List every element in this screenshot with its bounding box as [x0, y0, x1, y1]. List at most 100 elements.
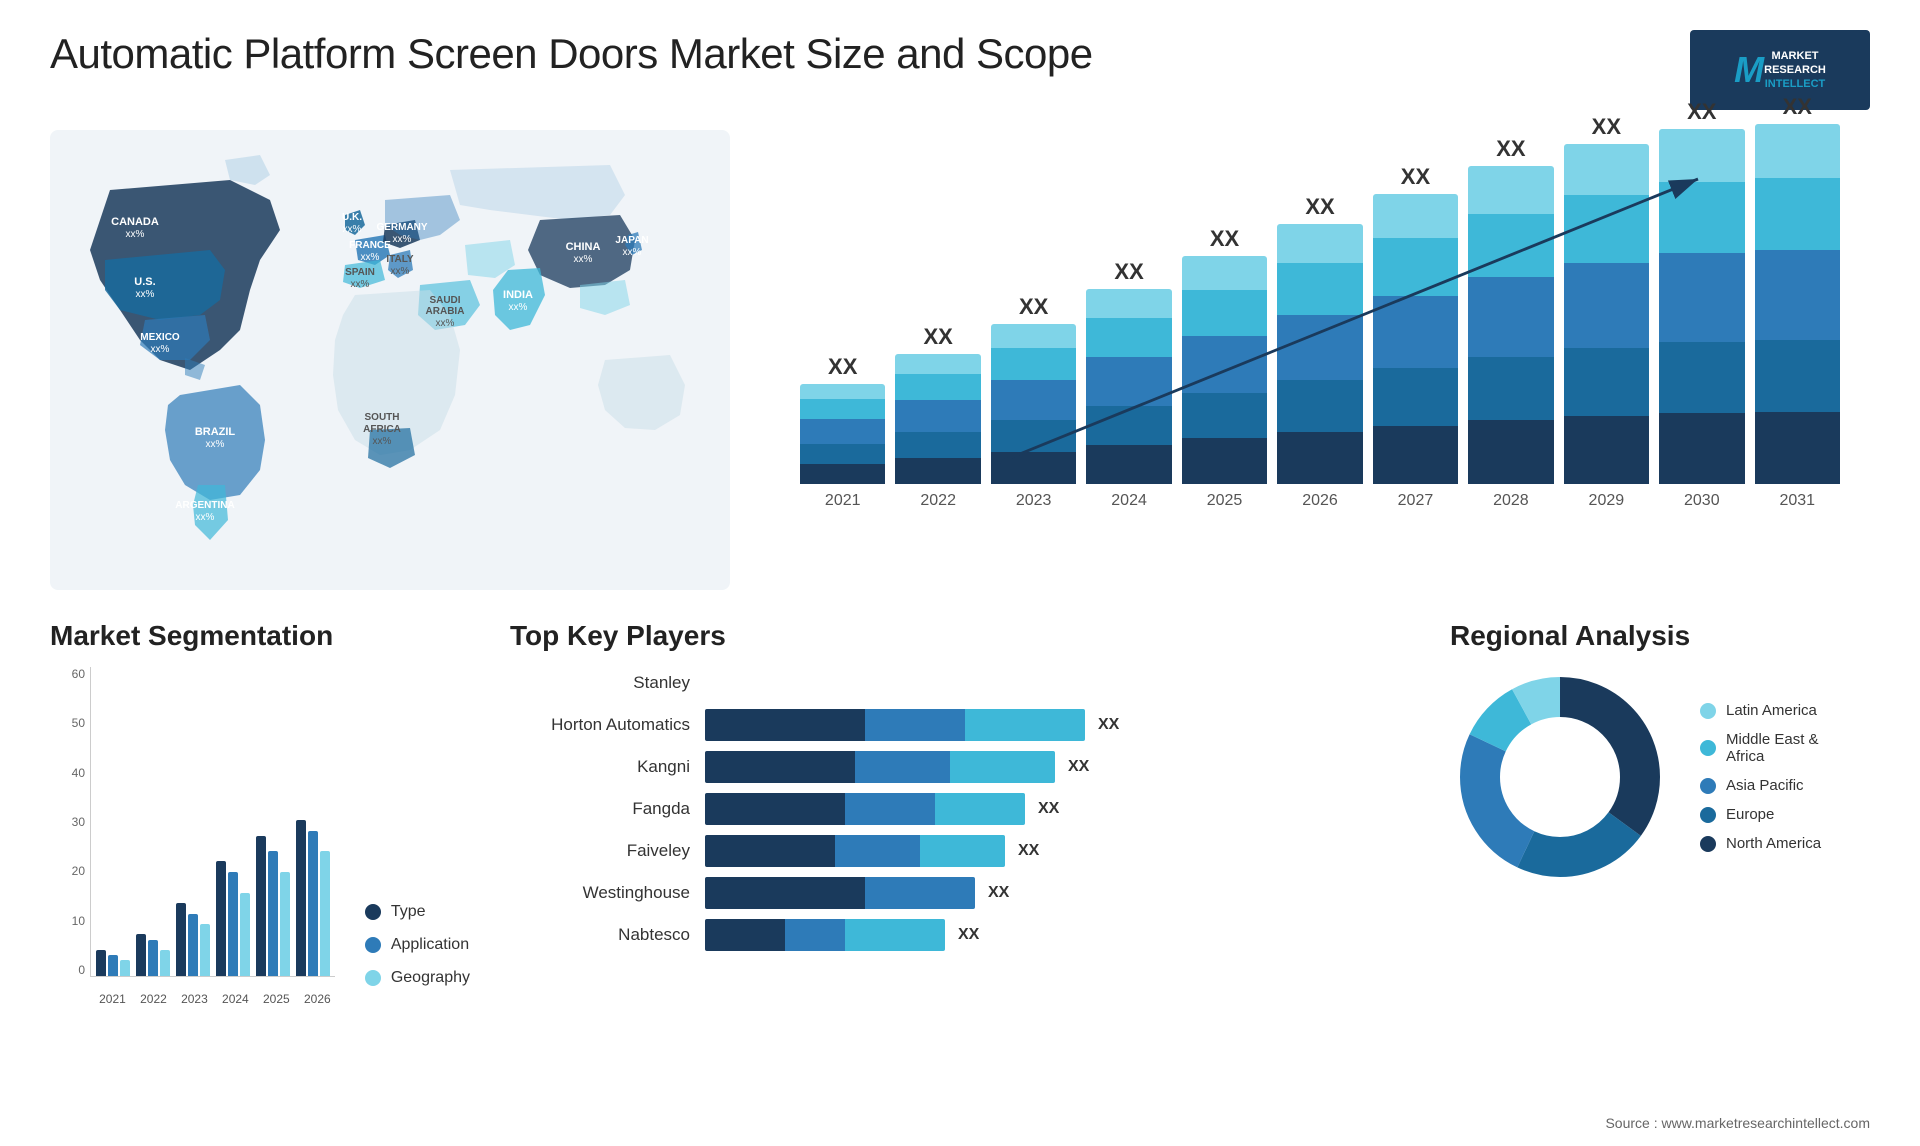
bottom-section: Market Segmentation 60 50 40 30 20 10 0: [50, 620, 1870, 1100]
svg-text:INDIA: INDIA: [503, 289, 533, 301]
legend-label-na: North America: [1726, 835, 1821, 852]
bar-group-2026: XX 2026: [1277, 194, 1362, 510]
player-bar-stanley: [705, 667, 1410, 699]
svg-text:xx%: xx%: [373, 436, 392, 447]
legend-label-apac: Asia Pacific: [1726, 777, 1804, 794]
player-name-stanley: Stanley: [510, 673, 690, 693]
legend-label-geography: Geography: [391, 969, 470, 987]
legend-label-europe: Europe: [1726, 806, 1774, 823]
legend-dot-mea: [1700, 740, 1716, 756]
legend-label-latin: Latin America: [1726, 702, 1817, 719]
svg-text:SPAIN: SPAIN: [345, 267, 375, 278]
bar-group-2021: XX 2021: [800, 354, 885, 510]
legend-item-type: Type: [365, 903, 470, 921]
player-row-westinghouse: Westinghouse XX: [510, 877, 1410, 909]
svg-text:xx%: xx%: [126, 229, 145, 240]
legend-europe: Europe: [1700, 806, 1821, 823]
legend-label-mea: Middle East &Africa: [1726, 731, 1819, 765]
svg-text:xx%: xx%: [393, 234, 412, 245]
svg-text:CANADA: CANADA: [111, 216, 159, 228]
svg-text:xx%: xx%: [351, 279, 370, 290]
seg-group-2026: [296, 820, 330, 976]
player-bar-faiveley: XX: [705, 835, 1410, 867]
bar-group-2028: XX 2028: [1468, 136, 1553, 510]
seg-bars: 60 50 40 30 20 10 0: [50, 667, 335, 1017]
donut-area: Latin America Middle East &Africa Asia P…: [1450, 667, 1870, 887]
svg-text:xx%: xx%: [574, 254, 593, 265]
seg-group-2024: [216, 861, 250, 976]
svg-text:xx%: xx%: [361, 252, 380, 263]
legend-latin-america: Latin America: [1700, 702, 1821, 719]
bar-group-2025: XX 2025: [1182, 226, 1267, 510]
svg-text:BRAZIL: BRAZIL: [195, 426, 236, 438]
header: Automatic Platform Screen Doors Market S…: [50, 30, 1870, 110]
legend-dot-apac: [1700, 778, 1716, 794]
seg-legend: Type Application Geography: [365, 903, 470, 1017]
legend-dot-na: [1700, 836, 1716, 852]
source-text: Source : www.marketresearchintellect.com: [1605, 1115, 1870, 1131]
seg-group-2022: [136, 934, 170, 976]
legend-asia-pacific: Asia Pacific: [1700, 777, 1821, 794]
donut-chart: [1450, 667, 1670, 887]
svg-text:ITALY: ITALY: [386, 254, 414, 265]
players-section: Top Key Players Stanley Horton Automatic…: [510, 620, 1410, 1100]
world-map: CANADA xx% U.S. xx% MEXICO xx% BRAZIL xx…: [50, 130, 730, 590]
legend-north-america: North America: [1700, 835, 1821, 852]
logo-letter: M: [1734, 49, 1764, 91]
player-name-westinghouse: Westinghouse: [510, 883, 690, 903]
svg-text:MEXICO: MEXICO: [140, 332, 180, 343]
svg-text:CHINA: CHINA: [566, 241, 601, 253]
player-name-kangni: Kangni: [510, 757, 690, 777]
player-row-kangni: Kangni XX: [510, 751, 1410, 783]
legend-label-type: Type: [391, 903, 426, 921]
svg-text:SOUTH: SOUTH: [365, 412, 400, 423]
svg-text:AFRICA: AFRICA: [363, 424, 401, 435]
regional-section: Regional Analysis: [1450, 620, 1870, 1100]
bar-group-2027: XX 2027: [1373, 164, 1458, 510]
legend-dot-latin: [1700, 703, 1716, 719]
svg-text:ARABIA: ARABIA: [426, 306, 465, 317]
bar-group-2023: XX 2023: [991, 294, 1076, 510]
top-section: CANADA xx% U.S. xx% MEXICO xx% BRAZIL xx…: [50, 130, 1870, 590]
svg-text:xx%: xx%: [623, 247, 642, 258]
player-bar-westinghouse: XX: [705, 877, 1410, 909]
page-title: Automatic Platform Screen Doors Market S…: [50, 30, 1093, 78]
player-row-fangda: Fangda XX: [510, 793, 1410, 825]
svg-text:xx%: xx%: [436, 318, 455, 329]
player-bar-horton: XX: [705, 709, 1410, 741]
logo-text: MARKET RESEARCH INTELLECT: [1764, 49, 1826, 92]
svg-text:U.K.: U.K.: [342, 212, 362, 223]
player-name-fangda: Fangda: [510, 799, 690, 819]
player-row-nabtesco: Nabtesco XX: [510, 919, 1410, 951]
svg-text:ARGENTINA: ARGENTINA: [175, 500, 234, 511]
regional-title: Regional Analysis: [1450, 620, 1870, 652]
svg-text:FRANCE: FRANCE: [349, 240, 391, 251]
player-name-faiveley: Faiveley: [510, 841, 690, 861]
player-name-nabtesco: Nabtesco: [510, 925, 690, 945]
bar-group-2022: XX 2022: [895, 324, 980, 510]
player-row-stanley: Stanley: [510, 667, 1410, 699]
svg-text:xx%: xx%: [509, 302, 528, 313]
bar-group-2030: XX 2030: [1659, 99, 1744, 510]
svg-text:xx%: xx%: [136, 289, 155, 300]
player-bar-kangni: XX: [705, 751, 1410, 783]
svg-text:xx%: xx%: [391, 266, 410, 277]
svg-text:JAPAN: JAPAN: [615, 235, 648, 246]
world-map-svg: CANADA xx% U.S. xx% MEXICO xx% BRAZIL xx…: [50, 130, 730, 590]
legend-dot-application: [365, 937, 381, 953]
svg-text:GERMANY: GERMANY: [376, 222, 427, 233]
bar-chart-container: XX 2021 XX: [770, 130, 1870, 590]
seg-group-2025: [256, 836, 290, 976]
bar-group-2031: XX 2031: [1755, 94, 1840, 510]
player-bar-fangda: XX: [705, 793, 1410, 825]
svg-text:xx%: xx%: [343, 224, 362, 235]
svg-text:xx%: xx%: [206, 439, 225, 450]
legend-middle-east-africa: Middle East &Africa: [1700, 731, 1821, 765]
players-title: Top Key Players: [510, 620, 1410, 652]
seg-x-labels: 2021 2022 2023 2024 2025 2026: [50, 992, 335, 1006]
svg-text:xx%: xx%: [196, 512, 215, 523]
legend-dot-type: [365, 904, 381, 920]
legend-item-application: Application: [365, 936, 470, 954]
page-container: Automatic Platform Screen Doors Market S…: [0, 0, 1920, 1146]
regional-legend: Latin America Middle East &Africa Asia P…: [1700, 702, 1821, 852]
